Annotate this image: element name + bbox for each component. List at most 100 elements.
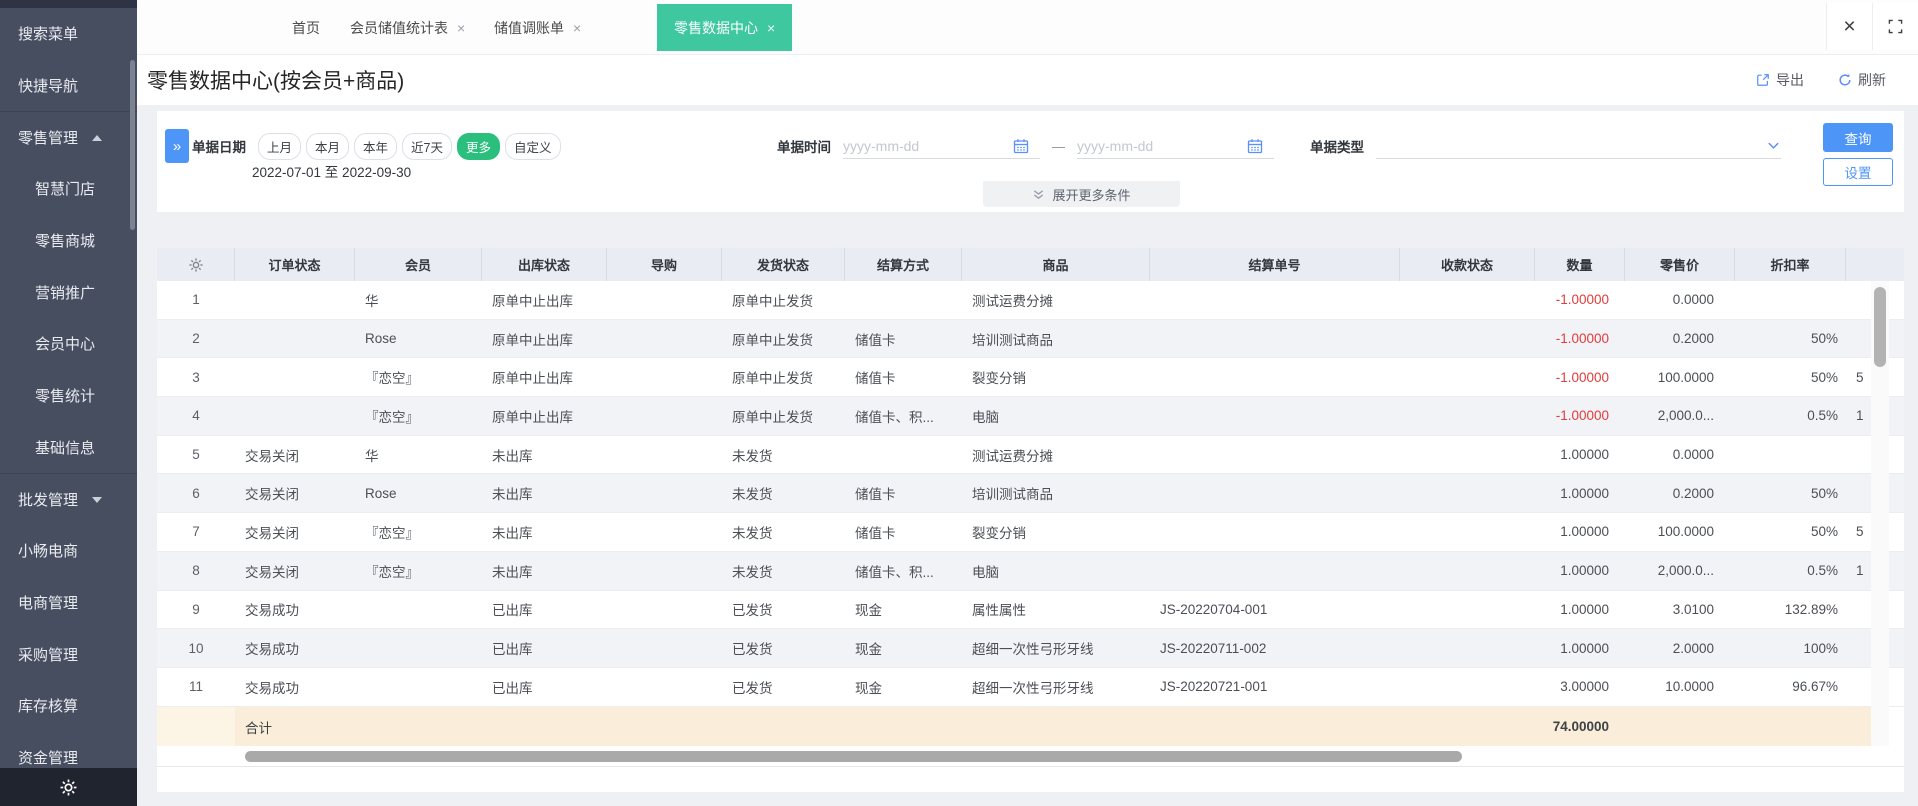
vertical-scrollbar[interactable] <box>1874 287 1886 367</box>
summary-spacer-cell <box>157 707 235 746</box>
filter-panel: » 单据日期 上月 本月 本年 近7天 更多 自定义 2022-07-01 至 2022-… <box>157 111 1904 212</box>
table-cell: 1.00000 <box>1560 563 1609 579</box>
table-cell <box>607 281 722 319</box>
refresh-button[interactable]: 刷新 <box>1838 70 1886 90</box>
sidebar-item-零售商城[interactable]: 零售商城 <box>0 215 137 267</box>
table-cell <box>1400 668 1535 706</box>
sidebar-item-智慧门店[interactable]: 智慧门店 <box>0 163 137 215</box>
table-cell: 原单中止发货 <box>732 371 813 387</box>
sidebar-item-批发管理[interactable]: 批发管理 <box>0 473 137 525</box>
calendar-icon[interactable] <box>1247 138 1263 154</box>
doc-type-select[interactable] <box>1376 133 1781 159</box>
table-cell: 『恋空』 <box>365 409 419 425</box>
fullscreen-button[interactable] <box>1872 3 1918 50</box>
table-cell: 50% <box>1810 369 1838 385</box>
table-cell: -1.00000 <box>1555 408 1609 424</box>
sidebar-item-库存核算[interactable]: 库存核算 <box>0 680 137 732</box>
table-row[interactable]: 8 交易关闭 『恋空』 未出库 未发货 储值卡、积... 电脑 1.00000 2,000.0.… <box>157 551 1904 591</box>
table-cell: 交易成功 <box>245 603 299 619</box>
close-page-button[interactable]: × <box>1826 3 1872 50</box>
column-header-导购: 导购 <box>607 248 722 281</box>
table-cell <box>1400 320 1535 358</box>
export-button[interactable]: 导出 <box>1756 70 1804 90</box>
table-row[interactable]: 4 『恋空』 原单中止出库 原单中止发货 储值卡、积... 电脑 -1.00000 2,000… <box>157 397 1904 436</box>
sidebar-item-小畅电商[interactable]: 小畅电商 <box>0 525 137 577</box>
gear-icon[interactable] <box>188 257 203 272</box>
tab-会员储值统计表[interactable]: 会员储值统计表 × <box>333 4 482 51</box>
column-header-会员: 会员 <box>355 248 482 281</box>
tab-储值调账单[interactable]: 储值调账单 × <box>477 4 598 51</box>
table-cell: JS-20220704-001 <box>1160 601 1268 617</box>
table-cell: 132.89% <box>1784 601 1838 617</box>
sidebar-item-label: 采购管理 <box>18 646 79 664</box>
more-presets-pill[interactable]: 更多 <box>457 132 501 160</box>
tab-首页[interactable]: 首页 <box>275 4 337 51</box>
table-cell <box>1400 281 1535 319</box>
table-body: 1 华原单中止出库 原单中止发货 测试运费分摊 -1.00000 0.0000 2 Rose 原… <box>157 281 1904 707</box>
sidebar-item-营销推广[interactable]: 营销推广 <box>0 266 137 318</box>
settings-button[interactable]: 设置 <box>1823 158 1893 186</box>
doc-time-label: 单据时间 <box>777 140 831 155</box>
table-cell: 未发货 <box>732 564 773 580</box>
table-cell <box>1400 513 1535 551</box>
table-cell: 已出库 <box>492 680 533 696</box>
tab-close-icon[interactable]: × <box>457 21 465 35</box>
preset-pill-本月[interactable]: 本月 <box>306 132 350 160</box>
sidebar-item-电商管理[interactable]: 电商管理 <box>0 577 137 629</box>
table-row[interactable]: 7 交易关闭 『恋空』 未出库 未发货 储值卡 裂变分销 1.00000 100.0000 50%… <box>157 513 1904 552</box>
doc-time-start-input[interactable] <box>843 137 1013 154</box>
refresh-label: 刷新 <box>1858 72 1886 88</box>
date-preset-pills: 上月 本月 本年 近7天 更多 自定义 <box>258 132 561 160</box>
refresh-icon <box>1838 73 1852 87</box>
table-cell: 原单中止发货 <box>732 332 813 348</box>
table-cell: 未发货 <box>732 448 773 464</box>
table-row[interactable]: 9 交易成功 已出库 已发货 现金 属性属性 JS-20220704-001 1.00000 3… <box>157 590 1904 630</box>
settings-gear-icon[interactable] <box>60 778 77 796</box>
expand-more-conditions[interactable]: 展开更多条件 <box>983 181 1180 207</box>
search-button[interactable]: 查询 <box>1823 123 1893 152</box>
tab-零售数据中心[interactable]: 零售数据中心 × <box>657 4 793 51</box>
table-cell: 50% <box>1810 485 1838 501</box>
sidebar-item-会员中心[interactable]: 会员中心 <box>0 318 137 370</box>
table-cell: 交易关闭 <box>245 448 299 464</box>
sidebar-item-采购管理[interactable]: 采购管理 <box>0 628 137 680</box>
doc-time-end-input[interactable] <box>1077 137 1247 154</box>
sidebar-item-零售管理[interactable]: 零售管理 <box>0 111 137 163</box>
preset-pill-本年[interactable]: 本年 <box>354 132 398 160</box>
table-cell: 储值卡 <box>855 487 896 503</box>
data-grid: 订单状态 会员 出库状态 导购 发货状态 结算方式 商品 结算单号 收款状态 数量 零售价 折扣率 1… <box>157 248 1904 792</box>
calendar-icon[interactable] <box>1013 138 1029 154</box>
tab-close-icon[interactable]: × <box>573 21 581 35</box>
sidebar-item-搜索菜单[interactable]: 搜索菜单 <box>0 8 137 60</box>
table-cell: 100.0000 <box>1657 369 1714 385</box>
table-cell: 储值卡、积... <box>855 409 934 425</box>
sidebar-item-零售统计[interactable]: 零售统计 <box>0 370 137 422</box>
table-cell <box>355 629 482 667</box>
sidebar-item-快捷导航[interactable]: 快捷导航 <box>0 60 137 112</box>
table-cell: 储值卡、积... <box>855 564 934 580</box>
table-cell: 2 <box>192 331 200 347</box>
preset-pill-上月[interactable]: 上月 <box>258 132 302 160</box>
table-cell: 『恋空』 <box>365 564 419 580</box>
sidebar-scrollbar[interactable] <box>130 60 135 230</box>
table-row[interactable]: 6 交易关闭 Rose 未出库 未发货 储值卡 培训测试商品 1.00000 0.2000 50% <box>157 474 1904 514</box>
table-row[interactable]: 2 Rose 原单中止出库 原单中止发货 储值卡 培训测试商品 -1.00000 0.2000… <box>157 319 1904 359</box>
table-row[interactable]: 1 华 原单中止出库 原单中止发货 测试运费分摊 -1.00000 0.0000 <box>157 281 1904 320</box>
tab-label: 储值调账单 <box>494 19 564 36</box>
sidebar-item-基础信息[interactable]: 基础信息 <box>0 422 137 474</box>
horizontal-scrollbar[interactable] <box>245 751 1462 762</box>
preset-pill-近7天[interactable]: 近7天 <box>402 132 452 160</box>
table-cell: -1.00000 <box>1555 292 1609 308</box>
table-cell: JS-20220721-001 <box>1160 679 1268 695</box>
collapse-filter-button[interactable]: » <box>165 129 189 163</box>
table-cell <box>1735 436 1846 474</box>
date-range-separator: — <box>1052 138 1065 154</box>
table-row[interactable]: 11 交易成功 已出库 已发货 现金 超细一次性弓形牙线 JS-20220721-001 3.… <box>157 667 1904 707</box>
tab-label: 零售数据中心 <box>674 19 758 36</box>
tab-close-icon[interactable]: × <box>767 21 775 35</box>
table-row[interactable]: 3 『恋空』 原单中止出库 原单中止发货 储值卡 裂变分销 -1.00000 100.0000… <box>157 358 1904 398</box>
table-cell: 50% <box>1810 524 1838 540</box>
table-row[interactable]: 10 交易成功 已出库 已发货 现金 超细一次性弓形牙线 JS-20220711-002 1.… <box>157 629 1904 668</box>
table-row[interactable]: 5 交易关闭 华 未出库 未发货 测试运费分摊 1.00000 0.0000 <box>157 435 1904 475</box>
custom-range-pill[interactable]: 自定义 <box>505 132 561 160</box>
